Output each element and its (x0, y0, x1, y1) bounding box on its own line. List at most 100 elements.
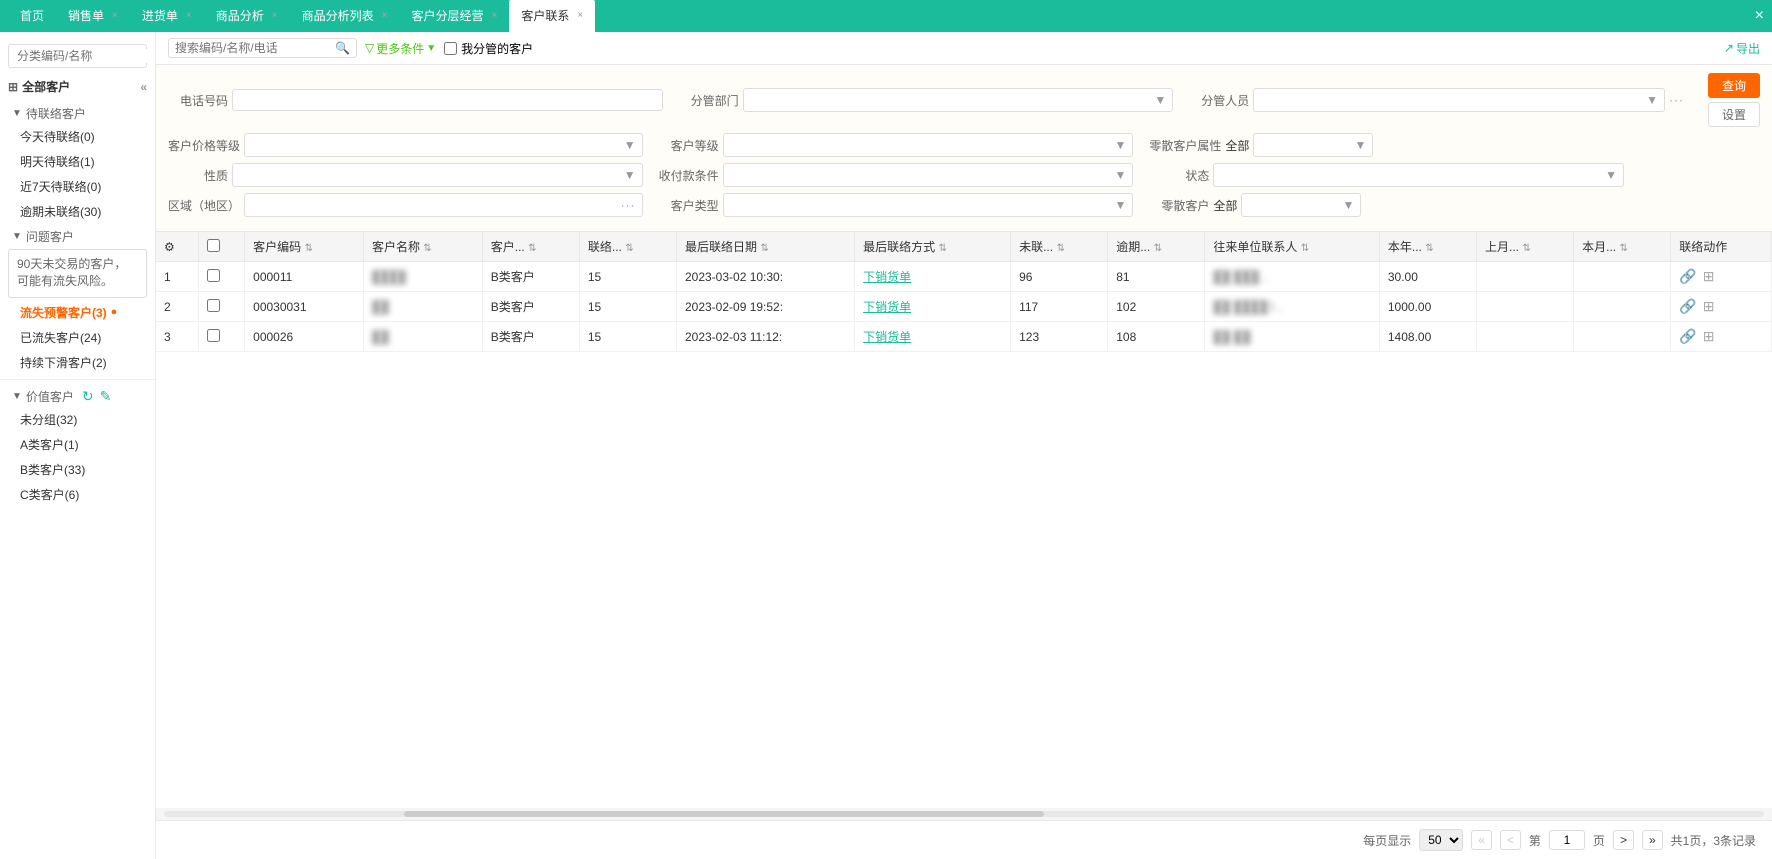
home-tab[interactable]: 首页 (8, 0, 56, 32)
col-code[interactable]: 客户编码 ⇅ (245, 232, 364, 262)
last-type-link[interactable]: 下销货单 (863, 300, 911, 314)
sidebar-item-overdue-contact[interactable]: 逾期未联络(30) (0, 199, 155, 224)
sidebar-item-ungrouped[interactable]: 未分组(32) (0, 407, 155, 432)
sidebar-item-b-class[interactable]: B类客户(33) (0, 457, 155, 482)
last-type-link[interactable]: 下销货单 (863, 330, 911, 344)
phone-input[interactable] (232, 89, 663, 111)
sidebar-group-problem[interactable]: ▼ 问题客户 (0, 224, 155, 247)
search-input[interactable] (175, 41, 335, 55)
col-contact-person[interactable]: 往来单位联系人 ⇅ (1205, 232, 1380, 262)
col-checkbox[interactable] (198, 232, 244, 262)
settings-button[interactable]: 设置 (1708, 102, 1760, 127)
col-last-date[interactable]: 最后联络日期 ⇅ (676, 232, 854, 262)
scroll-thumb[interactable] (404, 811, 1044, 817)
col-this-month[interactable]: 本月... ⇅ (1574, 232, 1671, 262)
region-dots-icon[interactable]: ··· (621, 198, 636, 212)
close-sales-tab[interactable]: × (112, 0, 118, 32)
last-type-link[interactable]: 下销货单 (863, 270, 911, 284)
row-checkbox[interactable] (207, 329, 220, 342)
col-last-month[interactable]: 上月... ⇅ (1477, 232, 1574, 262)
row-last-type[interactable]: 下销货单 (855, 262, 1011, 292)
sidebar-item-declining[interactable]: 持续下滑客户(2) (0, 350, 155, 375)
status-select[interactable]: ▼ (1213, 163, 1624, 187)
per-page-select[interactable]: 50 (1419, 829, 1463, 851)
row-grid-icon[interactable]: ⊞ (1703, 268, 1715, 285)
col-settings[interactable]: ⚙ (156, 232, 198, 262)
customer-type-select[interactable]: ▼ (723, 193, 1134, 217)
row-checkbox[interactable] (207, 269, 220, 282)
first-page-btn[interactable]: « (1471, 830, 1492, 850)
row-checkbox-cell[interactable] (198, 262, 244, 292)
col-this-year[interactable]: 本年... ⇅ (1379, 232, 1476, 262)
sidebar-item-c-class[interactable]: C类客户(6) (0, 482, 155, 507)
per-page-label: 每页显示 (1363, 832, 1411, 849)
my-customer-checkbox-wrap[interactable]: 我分管的客户 (444, 40, 533, 57)
person-select[interactable]: ▼ (1253, 88, 1665, 112)
sidebar-search-input[interactable] (17, 49, 156, 63)
tab-customer-layer[interactable]: 客户分层经营 × (399, 0, 509, 32)
export-btn[interactable]: ↗ 导出 (1724, 40, 1760, 57)
sidebar-group-value[interactable]: ▼ 价值客户 ↻ ✎ (0, 384, 155, 407)
region-select[interactable]: ··· (244, 193, 643, 217)
sidebar-item-churn-warning[interactable]: 流失预警客户(3) ● (0, 300, 155, 325)
close-customer-contact-tab[interactable]: × (577, 0, 583, 32)
more-conditions-btn[interactable]: ▽ 更多条件 ▼ (365, 40, 436, 57)
edit-icon[interactable]: ✎ (100, 388, 112, 405)
tab-purchase[interactable]: 进货单 × (130, 0, 204, 32)
horizontal-scrollbar[interactable] (156, 808, 1772, 820)
next-page-btn[interactable]: > (1613, 830, 1634, 850)
row-checkbox[interactable] (207, 299, 220, 312)
payment-select[interactable]: ▼ (723, 163, 1134, 187)
person-more-btn[interactable]: ··· (1669, 93, 1684, 107)
tab-analysis[interactable]: 商品分析 × (204, 0, 290, 32)
settings-icon[interactable]: ⚙ (164, 240, 175, 254)
close-analysis-tab[interactable]: × (272, 0, 278, 32)
row-grid-icon[interactable]: ⊞ (1703, 328, 1715, 345)
row-last-type[interactable]: 下销货单 (855, 322, 1011, 352)
close-analysis-list-tab[interactable]: × (382, 0, 388, 32)
nature-select[interactable]: ▼ (232, 163, 643, 187)
sidebar-collapse-btn[interactable]: « (140, 80, 147, 94)
col-contact[interactable]: 联络... ⇅ (579, 232, 676, 262)
dept-select[interactable]: ▼ (743, 88, 1174, 112)
price-grade-select[interactable]: ▼ (244, 133, 643, 157)
last-page-btn[interactable]: » (1642, 830, 1663, 850)
sidebar-item-today-pending[interactable]: 今天待联络(0) (0, 124, 155, 149)
select-all-checkbox[interactable] (207, 239, 220, 252)
col-name[interactable]: 客户名称 ⇅ (363, 232, 482, 262)
customer-grade-select[interactable]: ▼ (723, 133, 1134, 157)
col-overdue[interactable]: 逾期... ⇅ (1108, 232, 1205, 262)
tab-analysis-list[interactable]: 商品分析列表 × (290, 0, 400, 32)
query-button[interactable]: 查询 (1708, 73, 1760, 98)
scatter-attr-select[interactable]: ▼ (1253, 133, 1373, 157)
row-link-icon[interactable]: 🔗 (1679, 268, 1696, 285)
row-link-icon[interactable]: 🔗 (1679, 328, 1696, 345)
window-close-button[interactable]: × (1755, 7, 1764, 25)
page-number-input[interactable] (1549, 830, 1585, 850)
prev-page-btn[interactable]: < (1500, 830, 1521, 850)
row-checkbox-cell[interactable] (198, 292, 244, 322)
tab-customer-contact[interactable]: 客户联系 × (509, 0, 595, 32)
row-link-icon[interactable]: 🔗 (1679, 298, 1696, 315)
col-last-type[interactable]: 最后联络方式 ⇅ (855, 232, 1011, 262)
row-last-type[interactable]: 下销货单 (855, 292, 1011, 322)
scatter-customer-select[interactable]: ▼ (1241, 193, 1361, 217)
sidebar-group-pending[interactable]: ▼ 待联络客户 (0, 101, 155, 124)
col-uncontacted[interactable]: 未联... ⇅ (1011, 232, 1108, 262)
sidebar-search-box[interactable]: 🔍 (8, 44, 147, 68)
sidebar-item-a-class[interactable]: A类客户(1) (0, 432, 155, 457)
sidebar-item-churned[interactable]: 已流失客户(24) (0, 325, 155, 350)
col-type[interactable]: 客户... ⇅ (482, 232, 579, 262)
search-box[interactable]: 🔍 (168, 38, 357, 58)
tab-sales[interactable]: 销售单 × (56, 0, 130, 32)
close-purchase-tab[interactable]: × (186, 0, 192, 32)
all-customers-title[interactable]: ⊞ 全部客户 « (0, 72, 155, 101)
my-customer-checkbox[interactable] (444, 42, 457, 55)
sidebar-item-tomorrow-pending[interactable]: 明天待联络(1) (0, 149, 155, 174)
sidebar-item-7days-pending[interactable]: 近7天待联络(0) (0, 174, 155, 199)
refresh-icon[interactable]: ↻ (82, 388, 94, 405)
row-grid-icon[interactable]: ⊞ (1703, 298, 1715, 315)
close-customer-layer-tab[interactable]: × (491, 0, 497, 32)
scroll-track[interactable] (164, 811, 1764, 817)
row-checkbox-cell[interactable] (198, 322, 244, 352)
